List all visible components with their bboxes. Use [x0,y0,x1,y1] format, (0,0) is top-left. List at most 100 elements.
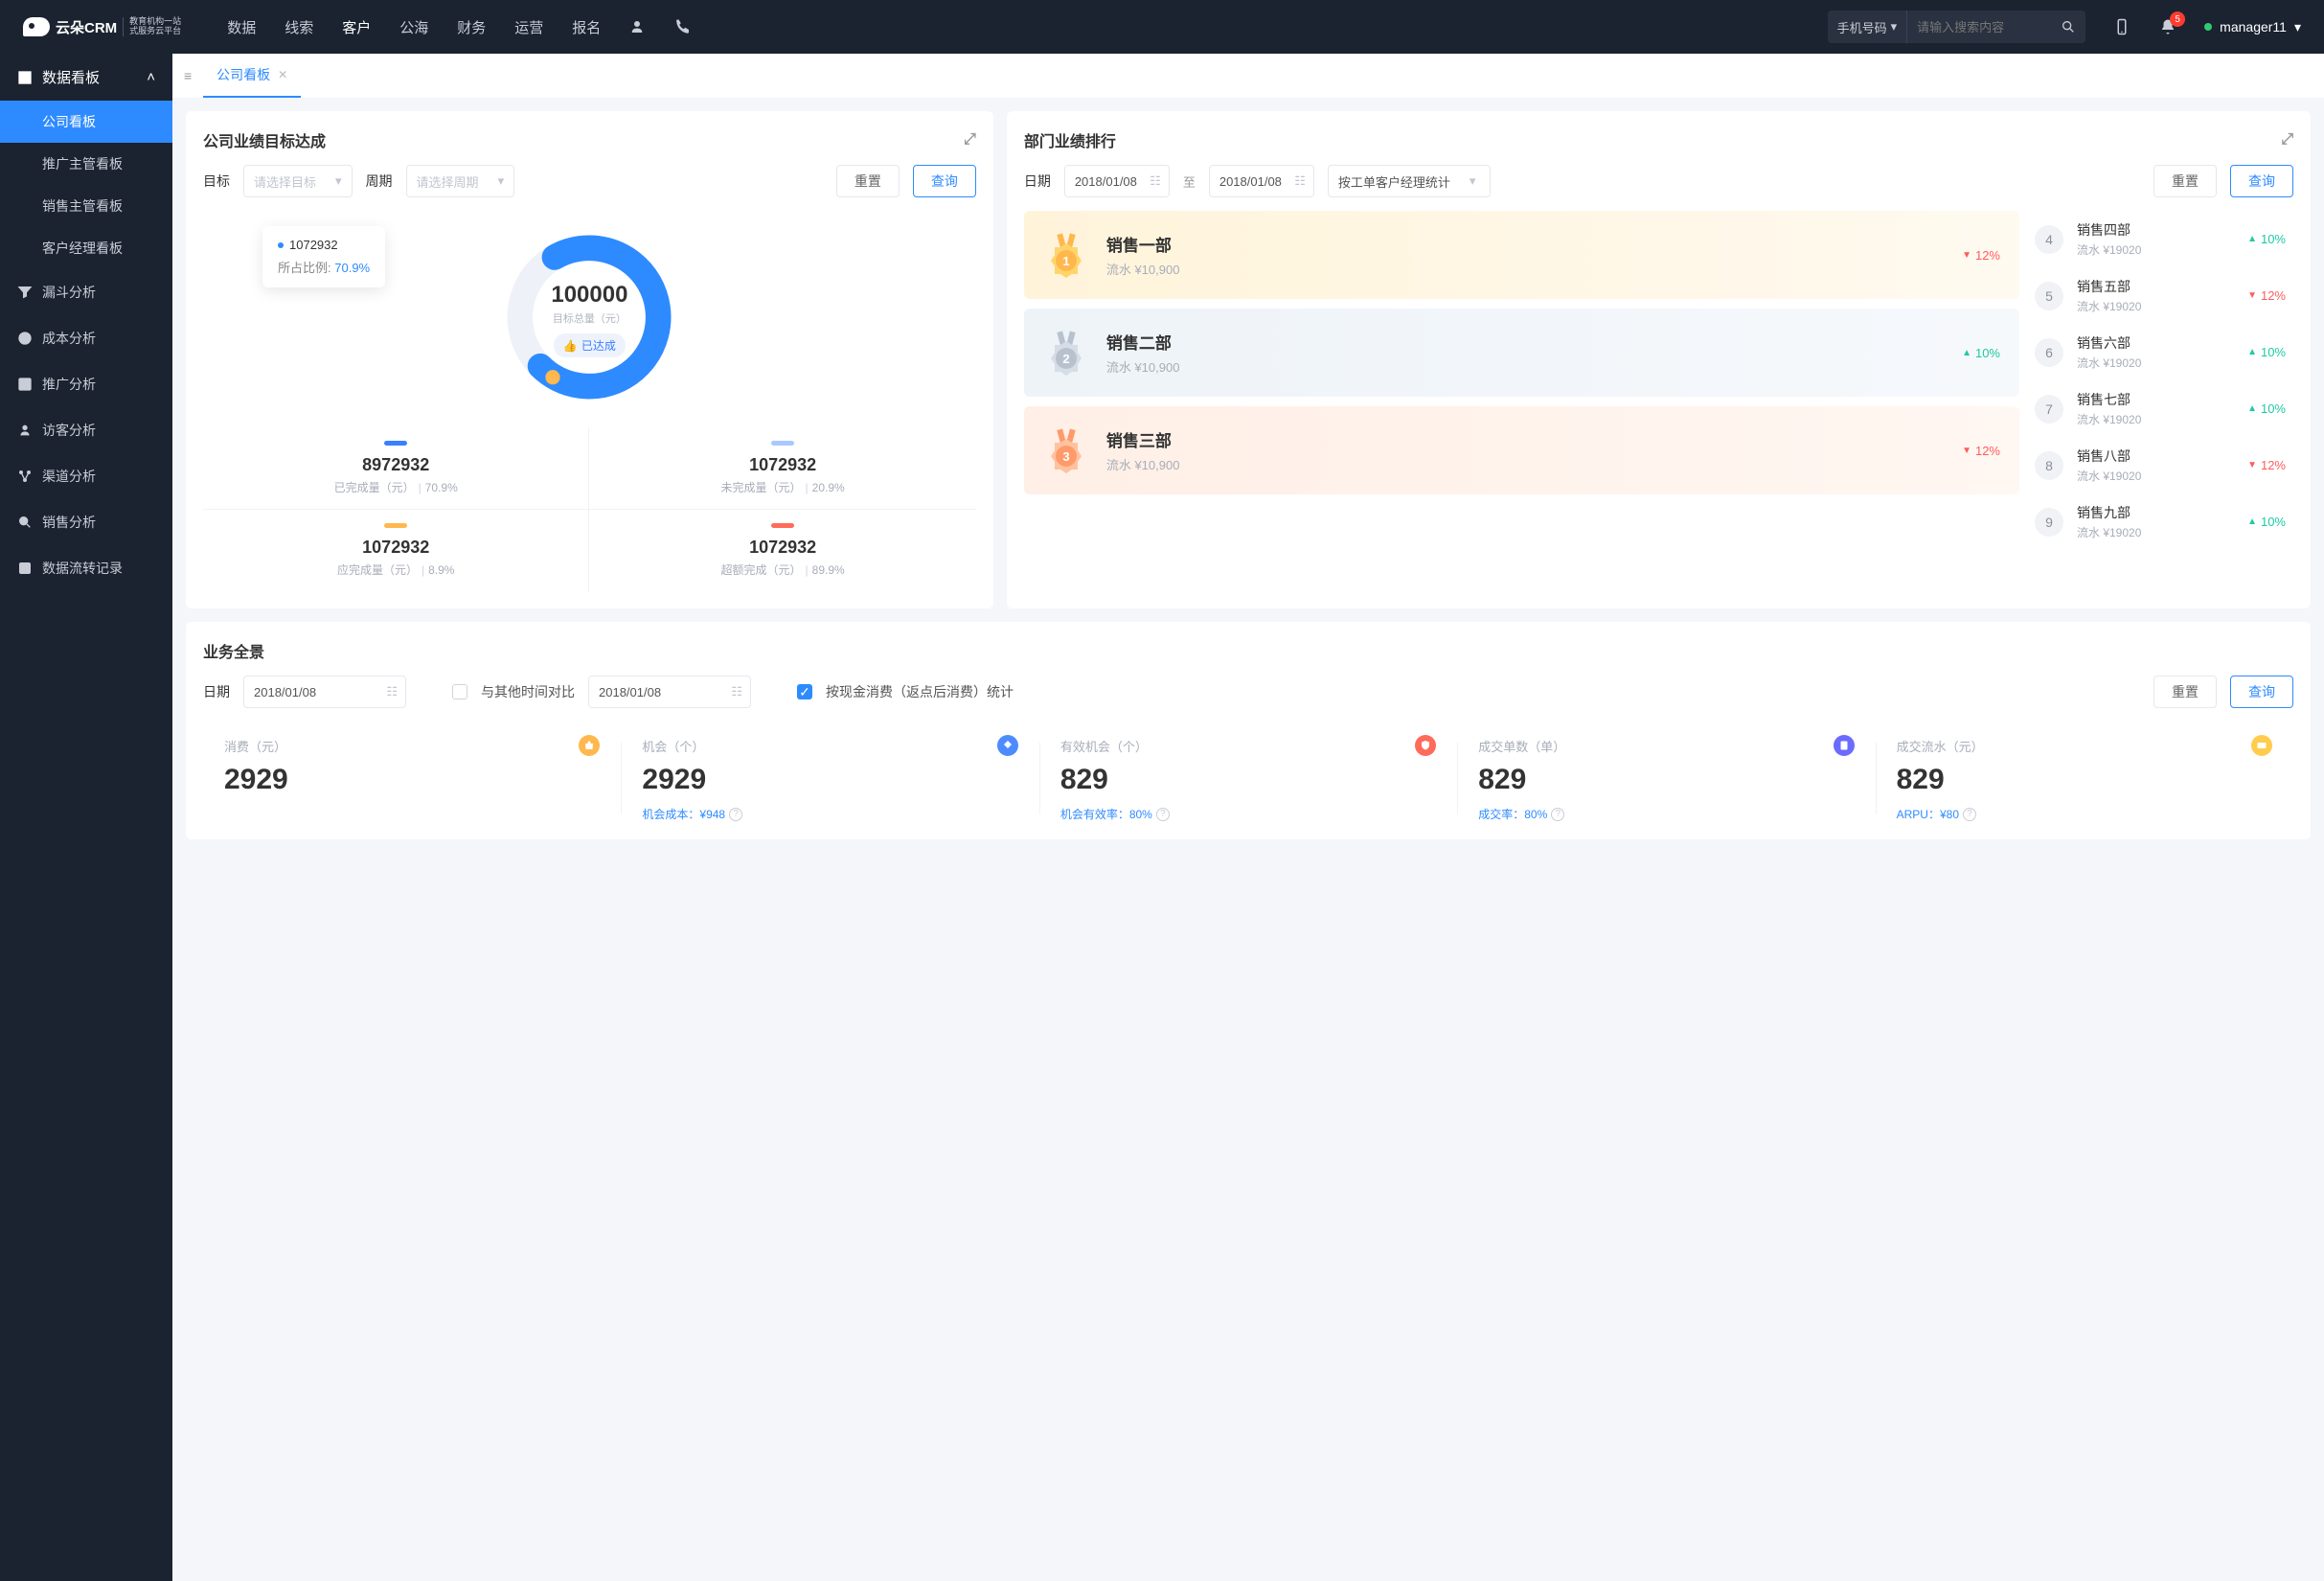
brand-tagline: 教育机构一站式服务云平台 [123,17,181,36]
percent-change: ▲10% [2247,401,2286,416]
dashboard-icon [17,70,33,85]
topnav-item[interactable]: 数据 [227,17,256,37]
paper-icon [997,735,1018,756]
percent-change: ▲10% [1962,346,2000,360]
brand-name: 云朵CRM [56,17,117,37]
metric-cell: 1072932未完成量（元）|20.9% [589,427,975,510]
bag-icon [579,735,600,756]
arrow-icon: ▲ [2247,234,2257,244]
label-period: 周期 [366,172,393,191]
rank-top-item[interactable]: 3销售三部流水 ¥10,900▼12% [1024,406,2019,494]
sidebar-item[interactable]: 推广主管看板 [0,143,172,185]
date-input-2[interactable]: 2018/01/08☷ [588,676,751,708]
reset-button[interactable]: 重置 [2153,165,2217,197]
sidebar-link[interactable]: 渠道分析 [0,453,172,499]
user-menu[interactable]: manager11 ▾ [2204,19,2301,35]
sidebar-group-label: 数据看板 [42,67,100,87]
query-button[interactable]: 查询 [913,165,976,197]
sidebar-link[interactable]: 访客分析 [0,407,172,453]
biz-cell: 成交流水（元）829ARPU：¥80 ? [1876,735,2293,822]
calendar-icon: ☷ [731,684,742,699]
help-icon[interactable]: ? [1963,808,1976,821]
sidebar-link[interactable]: 销售分析 [0,499,172,545]
medal-icon: 1 [1043,232,1089,278]
search-button[interactable] [2051,11,2085,43]
tab-label: 公司看板 [216,65,270,84]
sidebar-item[interactable]: 公司看板 [0,101,172,143]
select-target[interactable]: 请选择目标▾ [243,165,353,197]
card-rank: 部门业绩排行 ⤢ 日期 2018/01/08☷ 至 2018/01/08☷ 按工… [1007,111,2311,608]
query-button[interactable]: 查询 [2230,676,2293,708]
reset-button[interactable]: 重置 [2153,676,2217,708]
medal-icon: 2 [1043,330,1089,376]
card-rank-title: 部门业绩排行 [1024,128,1116,151]
sidebar-item[interactable]: 客户经理看板 [0,227,172,269]
compare-checkbox[interactable] [452,684,467,699]
rank-list-row[interactable]: 8销售八部流水 ¥19020▼12% [2035,437,2293,493]
notification-badge: 5 [2170,11,2185,27]
search-input[interactable] [1907,20,2051,34]
topnav-item[interactable]: 财务 [457,17,486,37]
sidebar-link[interactable]: 漏斗分析 [0,269,172,315]
sidebar-link[interactable]: 推广分析 [0,361,172,407]
top-navigation: 数据 线索 客户 公海 财务 运营 报名 [227,17,601,37]
logo[interactable]: 云朵CRM 教育机构一站式服务云平台 [23,17,181,37]
help-icon[interactable]: ? [1156,808,1170,821]
help-icon[interactable]: ? [1551,808,1564,821]
help-icon[interactable]: ? [729,808,742,821]
close-icon[interactable]: ✕ [278,68,287,81]
date-to-input[interactable]: 2018/01/08☷ [1209,165,1314,197]
hamburger-icon[interactable]: ≡ [184,68,192,83]
metric-bar-icon [384,441,407,446]
rank-list-row[interactable]: 4销售四部流水 ¥19020▲10% [2035,211,2293,267]
sidebar-item[interactable]: 销售主管看板 [0,185,172,227]
date-from-input[interactable]: 2018/01/08☷ [1064,165,1170,197]
topnav-item[interactable]: 报名 [572,17,601,37]
biz-cell: 成交单数（单）829成交率：80% ? [1457,735,1875,822]
notification-bell[interactable]: 5 [2158,17,2177,36]
rank-number: 5 [2035,282,2063,310]
biz-value: 2929 [224,764,600,796]
percent-change: ▲10% [2247,515,2286,529]
topnav-item[interactable]: 客户 [342,17,371,37]
rank-top-item[interactable]: 1销售一部流水 ¥10,900▼12% [1024,211,2019,299]
rank-list-row[interactable]: 7销售七部流水 ¥19020▲10% [2035,380,2293,437]
select-stat-by[interactable]: 按工单客户经理统计▾ [1328,165,1491,197]
tabs-bar: ≡ 公司看板 ✕ [172,54,2324,98]
stat-checkbox[interactable]: ✓ [797,684,812,699]
search-type-select[interactable]: 手机号码▾ [1828,11,1908,43]
mobile-icon[interactable] [2112,17,2131,36]
edit-icon [17,377,33,392]
topnav-item[interactable]: 运营 [514,17,543,37]
topnav-item[interactable]: 线索 [285,17,313,37]
percent-change: ▼12% [2247,288,2286,303]
label-target: 目标 [203,172,230,191]
reset-button[interactable]: 重置 [836,165,900,197]
date-input-1[interactable]: 2018/01/08☷ [243,676,406,708]
phone-icon[interactable] [673,17,693,36]
topbar: 云朵CRM 教育机构一站式服务云平台 数据线索客户公海财务运营报名 手机号码▾ … [0,0,2324,54]
card-business-title: 业务全景 [203,639,264,662]
person-icon[interactable] [627,17,647,36]
card-goals: 公司业绩目标达成 ⤢ 目标 请选择目标▾ 周期 请选择周期▾ 重置 查询 107… [186,111,993,608]
rank-list-row[interactable]: 6销售六部流水 ¥19020▲10% [2035,324,2293,380]
topnav-item[interactable]: 公海 [399,17,428,37]
rank-number: 9 [2035,508,2063,537]
percent-change: ▲10% [2247,232,2286,246]
metric-cell: 1072932应完成量（元）|8.9% [203,510,589,591]
rank-list-row[interactable]: 9销售九部流水 ¥19020▲10% [2035,493,2293,550]
tab-company-dashboard[interactable]: 公司看板 ✕ [203,54,301,98]
expand-icon[interactable]: ⤢ [964,131,976,149]
select-period[interactable]: 请选择周期▾ [406,165,515,197]
rank-list-row[interactable]: 5销售五部流水 ¥19020▼12% [2035,267,2293,324]
arrow-icon: ▼ [2247,460,2257,470]
sidebar-group-dashboards[interactable]: 数据看板 ˄ [0,54,172,101]
expand-icon[interactable]: ⤢ [2281,131,2293,149]
query-button[interactable]: 查询 [2230,165,2293,197]
rank-top-item[interactable]: 2销售二部流水 ¥10,900▲10% [1024,309,2019,397]
sidebar-link[interactable]: 成本分析 [0,315,172,361]
rank-number: 7 [2035,395,2063,424]
dot-icon [278,242,284,248]
sidebar-link[interactable]: 数据流转记录 [0,545,172,591]
medal-icon: 3 [1043,427,1089,473]
